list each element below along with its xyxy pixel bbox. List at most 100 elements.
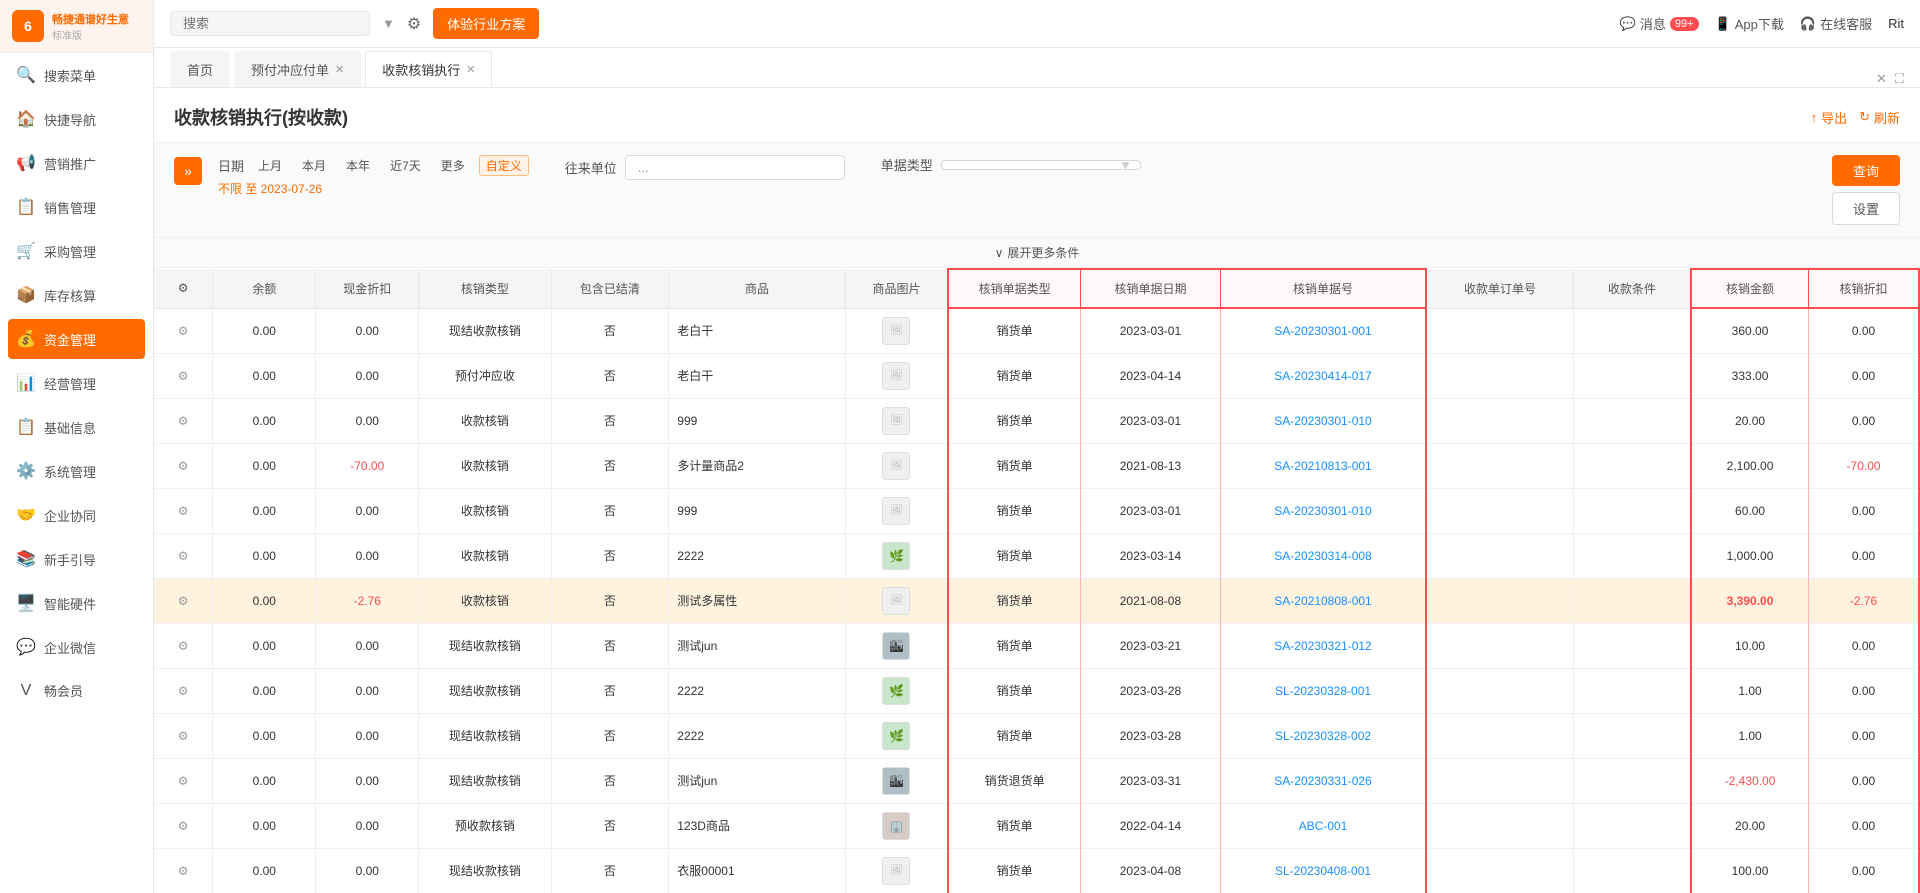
row-settings-icon[interactable]: ⚙: [178, 504, 189, 518]
date-this-year[interactable]: 本年: [340, 155, 376, 176]
tab-close-icon[interactable]: ✕: [466, 63, 475, 76]
col-header-verify_type: 核销类型: [419, 269, 551, 308]
cell-goods: 123D商品: [669, 803, 846, 848]
cell-goods: 测试jun: [669, 623, 846, 668]
sidebar-item-wechat[interactable]: 💬企业微信: [0, 625, 153, 669]
bill-no-link[interactable]: SA-20210813-001: [1274, 459, 1371, 473]
row-settings-icon[interactable]: ⚙: [178, 864, 189, 878]
bill-no-link[interactable]: SA-20230301-010: [1274, 504, 1371, 518]
cell-include_settled: 否: [551, 443, 669, 488]
bill-no-link[interactable]: SA-20230321-012: [1274, 639, 1371, 653]
date-last-7days[interactable]: 近7天: [384, 155, 427, 176]
bill-no-link[interactable]: SA-20210808-001: [1274, 594, 1371, 608]
row-settings-icon[interactable]: ⚙: [178, 729, 189, 743]
sidebar-item-marketing[interactable]: 📢营销推广: [0, 141, 153, 185]
settings-gear-icon[interactable]: ⚙: [407, 14, 421, 34]
cell-verify_discount: 0.00: [1809, 713, 1919, 758]
bill-no-link[interactable]: SL-20230328-001: [1275, 684, 1371, 698]
bill-no-link[interactable]: SL-20230328-002: [1275, 729, 1371, 743]
app-logo-icon: 6: [12, 10, 44, 42]
sidebar-item-purchase[interactable]: 🛒采购管理: [0, 229, 153, 273]
page-content: 收款核销执行(按收款) ↑ 导出 ↻ 刷新 » 日期 上月 本月: [154, 88, 1920, 893]
bill-no-link[interactable]: SA-20230301-010: [1274, 414, 1371, 428]
sidebar-item-sales[interactable]: 📋销售管理: [0, 185, 153, 229]
row-settings-icon[interactable]: ⚙: [178, 774, 189, 788]
industry-solution-button[interactable]: 体验行业方案: [433, 8, 539, 39]
date-more[interactable]: 更多: [435, 155, 471, 176]
bill-no-link[interactable]: SA-20230331-026: [1274, 774, 1371, 788]
sidebar-item-member[interactable]: V畅会员: [0, 669, 153, 712]
expand-more-bar[interactable]: ∨ 展开更多条件: [154, 238, 1920, 268]
receipt-type-select[interactable]: ▼: [941, 160, 1141, 170]
cell-cash_discount: 0.00: [316, 713, 419, 758]
cell-receipt_condition: [1573, 578, 1691, 623]
filter-settings-button[interactable]: 设置: [1832, 192, 1900, 225]
from-unit-input[interactable]: ...: [625, 155, 845, 180]
cell-verify_discount: 0.00: [1809, 803, 1919, 848]
tab-close-all-icon[interactable]: ✕: [1876, 71, 1887, 87]
tab-预付冲应付单[interactable]: 预付冲应付单✕: [234, 51, 361, 87]
row-settings-icon[interactable]: ⚙: [178, 324, 189, 338]
cell-verify_amount: 100.00: [1691, 848, 1809, 893]
sidebar-label-sales: 销售管理: [44, 198, 96, 217]
table-row: ⚙0.000.00现结收款核销否测试jun🏙销货单2023-03-21SA-20…: [154, 623, 1919, 668]
cell-settings: ⚙: [154, 713, 213, 758]
bill-no-link[interactable]: SA-20230301-001: [1274, 324, 1371, 338]
col-header-goods: 商品: [669, 269, 846, 308]
refresh-button[interactable]: ↻ 刷新: [1859, 108, 1900, 127]
row-settings-icon[interactable]: ⚙: [178, 459, 189, 473]
date-this-month[interactable]: 本月: [296, 155, 332, 176]
user-name[interactable]: Rit: [1888, 16, 1904, 31]
tab-expand-icon[interactable]: ⛶: [1895, 71, 1904, 87]
row-settings-icon[interactable]: ⚙: [178, 684, 189, 698]
row-settings-icon[interactable]: ⚙: [178, 414, 189, 428]
row-settings-icon[interactable]: ⚙: [178, 819, 189, 833]
row-settings-icon[interactable]: ⚙: [178, 639, 189, 653]
sidebar-icon-purchase: 🛒: [16, 241, 36, 261]
from-unit-filter: 往来单位 ...: [565, 155, 845, 180]
row-settings-icon[interactable]: ⚙: [178, 594, 189, 608]
search-input[interactable]: [170, 11, 370, 36]
cell-balance: 0.00: [213, 803, 316, 848]
sidebar-item-quicknav[interactable]: 🏠快捷导航: [0, 97, 153, 141]
sidebar-item-search[interactable]: 🔍搜索菜单: [0, 53, 153, 97]
cell-cash_discount: 0.00: [316, 308, 419, 353]
sidebar-item-system[interactable]: ⚙️系统管理: [0, 449, 153, 493]
sidebar-item-inventory[interactable]: 📦库存核算: [0, 273, 153, 317]
sidebar-item-operations[interactable]: 📊经营管理: [0, 361, 153, 405]
sidebar-icon-finance: 💰: [16, 329, 36, 349]
cell-receipt_order_no: [1426, 308, 1573, 353]
row-settings-icon[interactable]: ⚙: [178, 369, 189, 383]
bill-no-link[interactable]: ABC-001: [1299, 819, 1348, 833]
main-table: ⚙余额现金折扣核销类型包含已结清商品商品图片核销单据类型核销单据日期核销单据号收…: [154, 268, 1920, 893]
cell-receipt_order_no: [1426, 488, 1573, 533]
cell-receipt_order_no: [1426, 398, 1573, 443]
sidebar-item-finance[interactable]: 💰资金管理: [8, 319, 145, 359]
sidebar-item-newbie[interactable]: 📚新手引导: [0, 537, 153, 581]
cell-goods: 2222: [669, 668, 846, 713]
online-service-area[interactable]: 🎧 在线客服: [1800, 14, 1872, 33]
date-last-month[interactable]: 上月: [252, 155, 288, 176]
app-icon: 📱: [1715, 16, 1731, 32]
date-custom[interactable]: 自定义: [479, 155, 529, 176]
app-download-area[interactable]: 📱 App下载: [1715, 14, 1784, 33]
row-settings-icon[interactable]: ⚙: [178, 549, 189, 563]
sidebar-item-enterprise[interactable]: 🤝企业协同: [0, 493, 153, 537]
query-button[interactable]: 查询: [1832, 155, 1900, 186]
sidebar-icon-system: ⚙️: [16, 461, 36, 481]
cell-verify_type: 收款核销: [419, 578, 551, 623]
messages-area[interactable]: 💬 消息 99+: [1620, 14, 1699, 33]
sidebar-item-basic[interactable]: 📋基础信息: [0, 405, 153, 449]
tab-首页[interactable]: 首页: [170, 51, 230, 87]
cell-verify_bill_date: 2023-03-28: [1081, 713, 1221, 758]
cell-receipt_order_no: [1426, 758, 1573, 803]
export-button[interactable]: ↑ 导出: [1811, 108, 1848, 127]
tab-close-icon[interactable]: ✕: [335, 63, 344, 76]
bill-no-link[interactable]: SL-20230408-001: [1275, 864, 1371, 878]
filter-expand-button[interactable]: »: [174, 157, 202, 185]
bill-no-link[interactable]: SA-20230314-008: [1274, 549, 1371, 563]
bill-no-link[interactable]: SA-20230414-017: [1274, 369, 1371, 383]
tab-收款核销执行[interactable]: 收款核销执行✕: [365, 51, 492, 87]
table-row: ⚙0.000.00收款核销否999🖼销货单2023-03-01SA-202303…: [154, 488, 1919, 533]
sidebar-item-hardware[interactable]: 🖥️智能硬件: [0, 581, 153, 625]
